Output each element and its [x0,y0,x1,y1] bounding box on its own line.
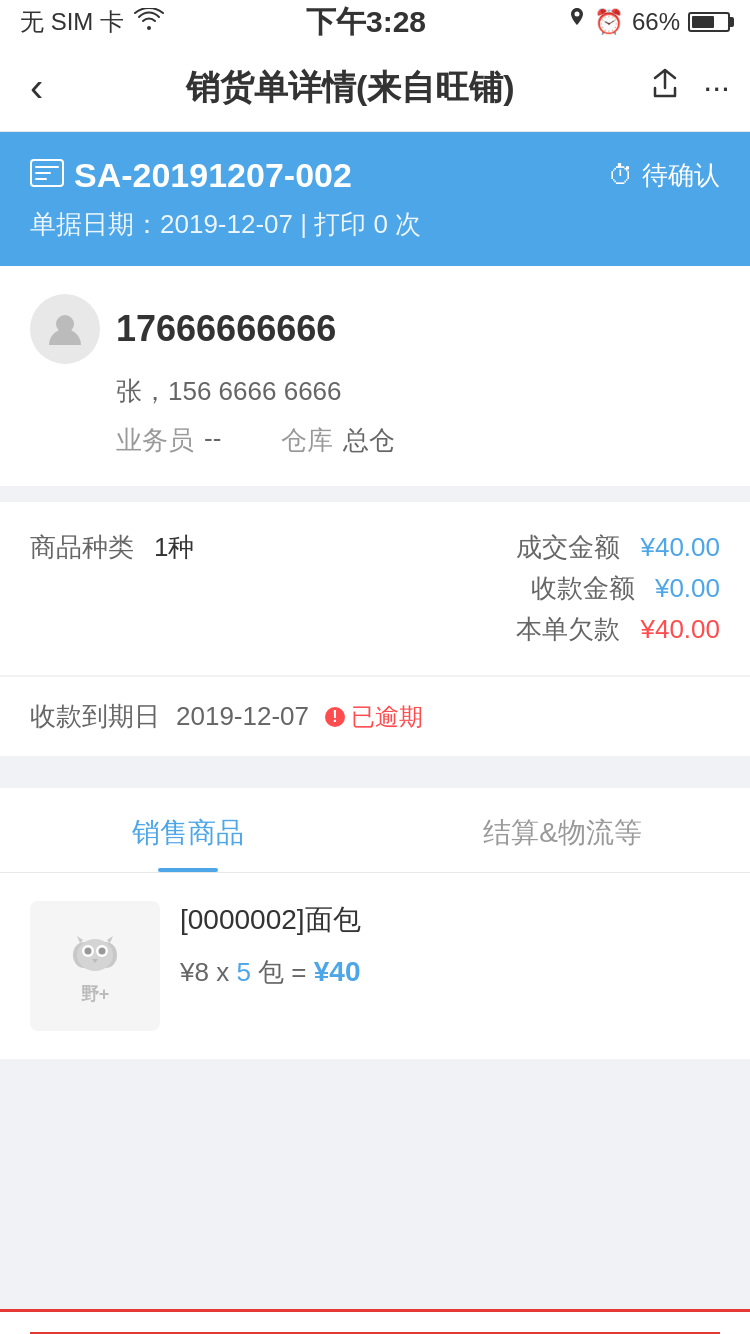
transaction-line: 成交金额 ¥40.00 [516,530,720,565]
product-type-value: 1种 [154,530,194,565]
tab-settlement[interactable]: 结算&物流等 [375,788,750,872]
salesperson-label: 业务员 [116,423,194,458]
order-id-text: SA-20191207-002 [74,156,352,195]
unit: 包 [258,957,284,987]
status-text: 待确认 [642,158,720,193]
divider-2 [0,756,750,772]
customer-meta: 业务员 -- 仓库 总仓 [116,423,720,458]
multiplier: x [216,957,229,987]
owed-label: 本单欠款 [516,612,620,647]
svg-point-7 [85,947,92,954]
time-display: 下午3:28 [306,2,426,43]
carrier-text: 无 SIM 卡 [20,6,124,38]
product-type-info: 商品种类 1种 [30,530,194,565]
warehouse-value: 总仓 [343,423,395,458]
location-icon [568,8,586,36]
page-title: 销货单详情(来自旺铺) [53,65,647,111]
warehouse-label: 仓库 [281,423,333,458]
product-price-row: ¥8 x 5 包 = ¥40 [180,955,720,990]
tabs-row: 销售商品 结算&物流等 [0,788,750,872]
product-thumbnail: 野+ [30,901,160,1031]
salesperson-value: -- [204,423,221,458]
transaction-label: 成交金额 [516,530,620,565]
svg-point-4 [77,939,113,971]
order-icon [30,156,64,195]
tab-sales[interactable]: 销售商品 [0,788,375,872]
financial-summary: 成交金额 ¥40.00 收款金额 ¥0.00 本单欠款 ¥40.00 [516,530,720,647]
order-date-row: 单据日期：2019-12-07 | 打印 0 次 [30,207,720,242]
svg-point-8 [99,947,106,954]
share-button[interactable] [647,66,683,110]
overdue-text: 已逾期 [351,701,423,733]
owed-value: ¥40.00 [640,614,720,645]
warehouse-info: 仓库 总仓 [281,423,395,458]
back-button[interactable]: ‹ [20,65,53,110]
total-price: ¥40 [314,956,361,987]
customer-name: 张，156 6666 6666 [116,374,720,409]
customer-card: 17666666666 张，156 6666 6666 业务员 -- 仓库 总仓 [0,266,750,486]
due-date-card: 收款到期日 2019-12-07 ! 已逾期 [0,677,750,756]
wifi-icon [134,8,164,36]
due-date-value: 2019-12-07 [176,701,309,732]
transaction-value: ¥40.00 [640,532,720,563]
received-label: 收款金额 [531,571,635,606]
overdue-icon: ! [325,707,345,727]
owed-line: 本单欠款 ¥40.00 [516,612,720,647]
product-type-label: 商品种类 [30,530,134,565]
customer-phone: 17666666666 [116,308,336,350]
status-left: 无 SIM 卡 [20,6,164,38]
order-status: ⏱ 待确认 [608,158,720,193]
stats-row: 商品种类 1种 成交金额 ¥40.00 收款金额 ¥0.00 本单欠款 ¥40.… [30,530,720,647]
empty-area [0,1059,750,1309]
equals: = [291,957,306,987]
customer-info-row: 17666666666 [30,294,720,364]
nav-actions: ··· [647,66,730,110]
received-value: ¥0.00 [655,573,720,604]
bottom-action-bar: 旺铺订单确认 [0,1309,750,1334]
divider-1 [0,486,750,502]
status-clock-icon: ⏱ [608,160,634,191]
alarm-icon: ⏰ [594,8,624,36]
more-button[interactable]: ··· [703,69,730,106]
product-details: [0000002]面包 ¥8 x 5 包 = ¥40 [180,901,720,990]
nav-bar: ‹ 销货单详情(来自旺铺) ··· [0,44,750,132]
overdue-badge: ! 已逾期 [325,701,423,733]
content-wrapper: SA-20191207-002 ⏱ 待确认 单据日期：2019-12-07 | … [0,132,750,1334]
tabs-container: 销售商品 结算&物流等 [0,788,750,873]
unit-price: ¥8 [180,957,209,987]
battery-percent: 66% [632,8,680,36]
product-list: 野+ [0000002]面包 ¥8 x 5 包 = ¥40 [0,873,750,1059]
status-bar: 无 SIM 卡 下午3:28 ⏰ 66% [0,0,750,44]
salesperson-info: 业务员 -- [116,423,221,458]
product-name: [0000002]面包 [180,901,720,939]
received-line: 收款金额 ¥0.00 [531,571,720,606]
quantity: 5 [236,957,250,987]
avatar [30,294,100,364]
due-date-label: 收款到期日 [30,699,160,734]
product-item: 野+ [0000002]面包 ¥8 x 5 包 = ¥40 [0,873,750,1059]
battery-icon [688,12,730,32]
order-id: SA-20191207-002 [30,156,352,195]
stats-card: 商品种类 1种 成交金额 ¥40.00 收款金额 ¥0.00 本单欠款 ¥40.… [0,502,750,675]
owl-logo-icon [60,927,130,982]
header-card: SA-20191207-002 ⏱ 待确认 单据日期：2019-12-07 | … [0,132,750,266]
status-right: ⏰ 66% [568,8,730,36]
brand-label: 野+ [81,982,110,1006]
header-card-top: SA-20191207-002 ⏱ 待确认 [30,156,720,195]
